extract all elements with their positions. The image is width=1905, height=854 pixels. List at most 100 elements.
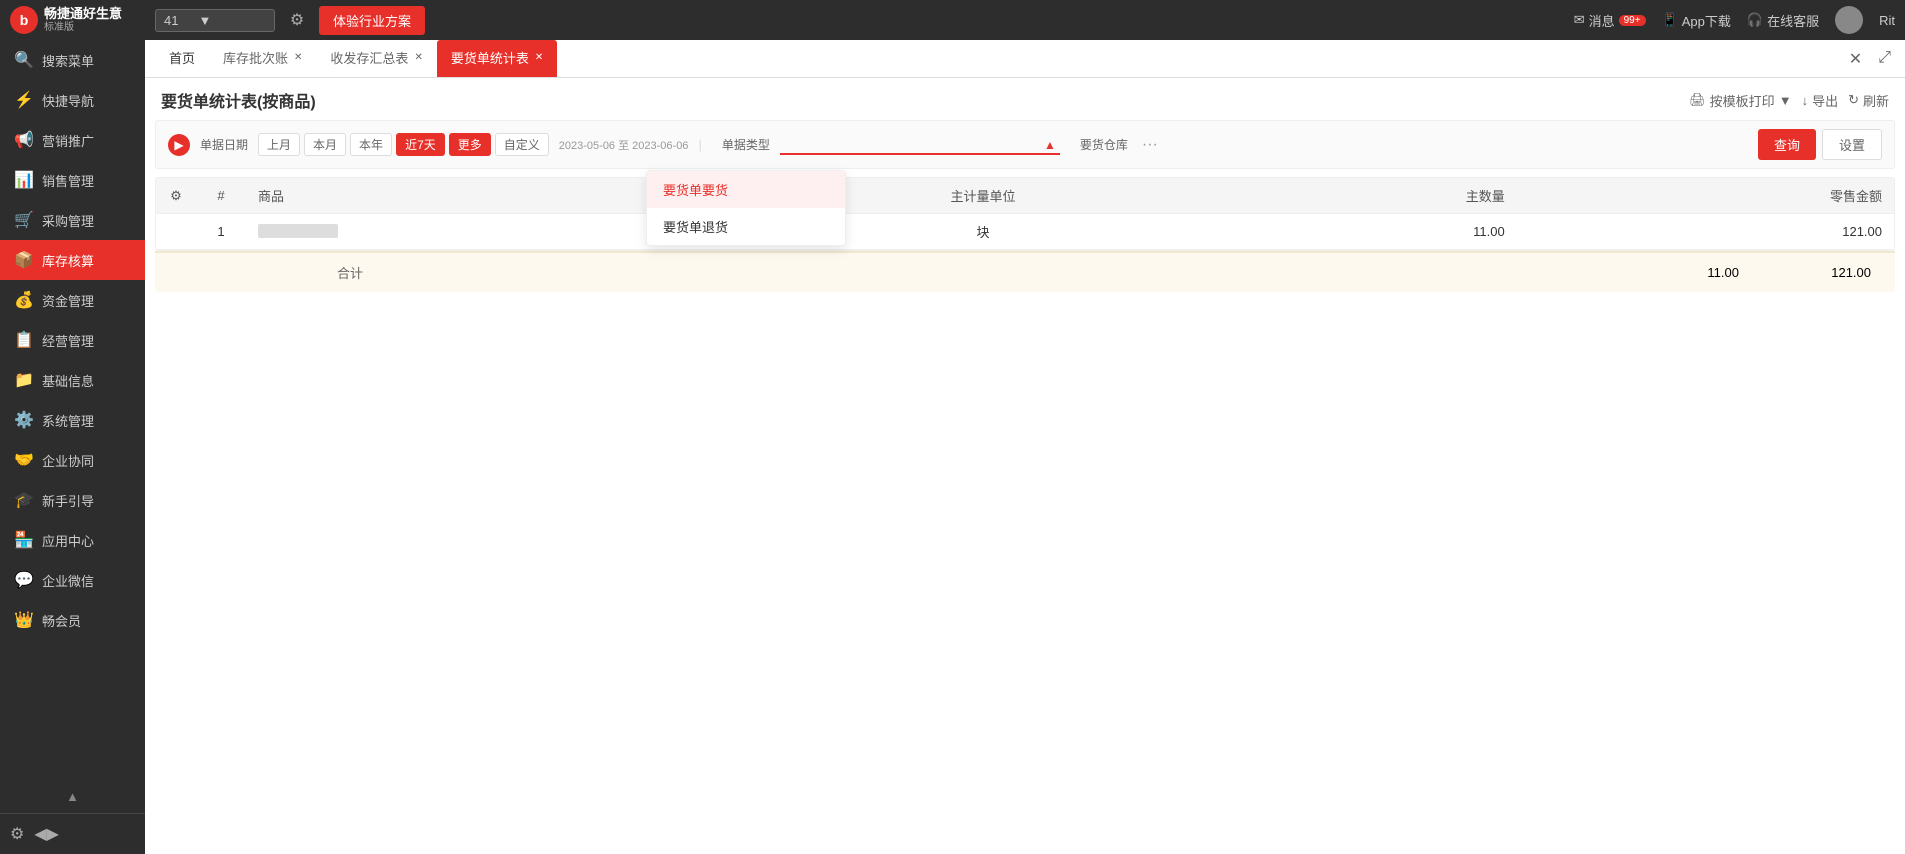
logo-icon: b [10, 6, 38, 34]
sidebar-scroll-down[interactable]: ▲ [0, 789, 145, 804]
app-download-button[interactable]: 📱 App下载 [1662, 11, 1731, 30]
print-icon: 🖨 [1689, 92, 1706, 108]
sidebar-bottom: ⚙ ◀▶ [0, 813, 145, 854]
sidebar-label-marketing: 营销推广 [42, 131, 94, 150]
sidebar-item-sales[interactable]: 📊 销售管理 [0, 160, 145, 200]
marketing-icon: 📢 [14, 130, 34, 150]
header-right: ✉ 消息 99+ 📱 App下载 🎧 在线客服 Rit [1574, 6, 1895, 34]
filter-separator: | [698, 137, 701, 152]
warehouse-label: 要货仓库 [1080, 136, 1128, 153]
header-gear-button[interactable]: ⚙ [285, 8, 309, 32]
tab-close-all-button[interactable]: ✕ [1845, 49, 1866, 69]
sidebar-item-operations[interactable]: 📋 经营管理 [0, 320, 145, 360]
user-name: Rit [1879, 13, 1895, 28]
sidebar-item-search[interactable]: 🔍 搜索菜单 [0, 40, 145, 80]
settings-button[interactable]: 设置 [1822, 129, 1882, 160]
sidebar-item-enterprise[interactable]: 🤝 企业协同 [0, 440, 145, 480]
sidebar-label-inventory: 库存核算 [42, 251, 94, 270]
sidebar-settings-icon[interactable]: ⚙ [10, 824, 24, 844]
date-btn-this-year[interactable]: 本年 [350, 133, 392, 156]
user-avatar[interactable] [1835, 6, 1863, 34]
tab-batch-close-icon[interactable]: ✕ [294, 52, 302, 63]
sidebar-item-shortcut[interactable]: ⚡ 快捷导航 [0, 80, 145, 120]
sidebar-label-search: 搜索菜单 [42, 51, 94, 70]
tab-expand-button[interactable]: ⤢ [1874, 49, 1895, 69]
type-label: 单据类型 [722, 136, 770, 153]
type-input[interactable] [780, 134, 1060, 155]
warehouse-more-button[interactable]: ··· [1142, 136, 1158, 154]
sidebar-item-finance[interactable]: 💰 资金管理 [0, 280, 145, 320]
top-header: b 畅捷通好生意 标准版 41 ▼ ⚙ 体验行业方案 ✉ 消息 99+ 📱 Ap… [0, 0, 1905, 40]
sidebar-item-purchase[interactable]: 🛒 采购管理 [0, 200, 145, 240]
scroll-arrow-icon: ▲ [66, 789, 79, 804]
print-button[interactable]: 🖨 按模板打印 ▼ [1689, 91, 1791, 110]
sidebar-item-membership[interactable]: 👑 畅会员 [0, 600, 145, 640]
footer-label: 合计 [337, 263, 363, 282]
type-dropdown-icon[interactable]: ▲ [1044, 138, 1056, 152]
tab-order-stats-close-icon[interactable]: ✕ [535, 52, 543, 63]
type-input-wrap: ▲ [780, 134, 1060, 155]
filter-expand-button[interactable]: ▶ [168, 134, 190, 156]
date-btn-last-month[interactable]: 上月 [258, 133, 300, 156]
sidebar-label-finance: 资金管理 [42, 291, 94, 310]
tab-batch[interactable]: 库存批次账 ✕ [209, 40, 316, 77]
sidebar-item-appstore[interactable]: 🏪 应用中心 [0, 520, 145, 560]
online-service-button[interactable]: 🎧 在线客服 [1747, 11, 1819, 30]
refresh-button[interactable]: ↻ 刷新 [1848, 91, 1889, 110]
appstore-icon: 🏪 [14, 530, 34, 550]
export-button[interactable]: ↓ 导出 [1802, 91, 1839, 110]
sidebar-label-wechat: 企业微信 [42, 571, 94, 590]
sidebar-label-purchase: 采购管理 [42, 211, 94, 230]
sidebar-label-system: 系统管理 [42, 411, 94, 430]
print-arrow-icon: ▼ [1779, 93, 1792, 108]
search-icon: 🔍 [14, 50, 34, 70]
col-settings-icon[interactable]: ⚙ [170, 188, 182, 203]
trial-button[interactable]: 体验行业方案 [319, 6, 425, 35]
tab-home[interactable]: 首页 [155, 40, 209, 77]
sidebar-item-wechat[interactable]: 💬 企业微信 [0, 560, 145, 600]
purchase-icon: 🛒 [14, 210, 34, 230]
sidebar-item-marketing[interactable]: 📢 营销推广 [0, 120, 145, 160]
date-btn-this-month[interactable]: 本月 [304, 133, 346, 156]
tab-order-stats[interactable]: 要货单统计表 ✕ [437, 40, 557, 77]
sidebar-item-system[interactable]: ⚙️ 系统管理 [0, 400, 145, 440]
logo-text: 畅捷通好生意 标准版 [44, 6, 122, 34]
page-actions: 🖨 按模板打印 ▼ ↓ 导出 ↻ 刷新 [1689, 91, 1889, 110]
date-btn-custom[interactable]: 自定义 [495, 133, 549, 156]
product-name-blurred [258, 224, 338, 238]
tab-collection-close-icon[interactable]: ✕ [414, 52, 422, 63]
page-content: 要货单统计表(按商品) 🖨 按模板打印 ▼ ↓ 导出 ↻ 刷新 [145, 78, 1905, 854]
headset-icon: 🎧 [1747, 12, 1763, 28]
tab-bar: 首页 库存批次账 ✕ 收发存汇总表 ✕ 要货单统计表 ✕ ✕ ⤢ [145, 40, 1905, 78]
sidebar-label-appstore: 应用中心 [42, 531, 94, 550]
dropdown-item-return[interactable]: 要货单退货 [647, 208, 845, 245]
sidebar-item-inventory[interactable]: 📦 库存核算 [0, 240, 145, 280]
guide-icon: 🎓 [14, 490, 34, 510]
query-button[interactable]: 查询 [1758, 129, 1816, 160]
finance-icon: 💰 [14, 290, 34, 310]
cell-quantity: 11.00 [1204, 214, 1517, 250]
dropdown-item-order[interactable]: 要货单要货 [647, 171, 845, 208]
enterprise-icon: 🤝 [14, 450, 34, 470]
col-amount: 零售金额 [1517, 178, 1894, 214]
date-buttons: 上月 本月 本年 近7天 更多 自定义 [258, 133, 549, 156]
footer-amount: 121.00 [1751, 265, 1871, 280]
date-btn-7days[interactable]: 近7天 [396, 133, 445, 156]
sidebar-item-base[interactable]: 📁 基础信息 [0, 360, 145, 400]
sidebar-label-sales: 销售管理 [42, 171, 94, 190]
sidebar-label-operations: 经营管理 [42, 331, 94, 350]
message-button[interactable]: ✉ 消息 99+ [1574, 11, 1646, 30]
filter-bar: ▶ 单据日期 上月 本月 本年 近7天 更多 自定义 2023-05-06 至 … [155, 120, 1895, 169]
sidebar-collapse-icon[interactable]: ◀▶ [34, 824, 59, 844]
date-btn-more[interactable]: 更多 [449, 133, 491, 156]
store-selector[interactable]: 41 ▼ [155, 9, 275, 32]
sidebar-label-base: 基础信息 [42, 371, 94, 390]
cell-index: 1 [196, 214, 246, 250]
table-row: 1 块 11.00 121.00 [156, 214, 1894, 250]
tab-collection[interactable]: 收发存汇总表 ✕ [316, 40, 436, 77]
sidebar-item-guide[interactable]: 🎓 新手引导 [0, 480, 145, 520]
col-quantity: 主数量 [1204, 178, 1517, 214]
type-dropdown-menu: 要货单要货 要货单退货 [646, 170, 846, 246]
data-table-wrap: ⚙ # 商品 主计量单位 主数量 零售金额 1 [155, 177, 1895, 251]
col-settings: ⚙ [156, 178, 196, 214]
